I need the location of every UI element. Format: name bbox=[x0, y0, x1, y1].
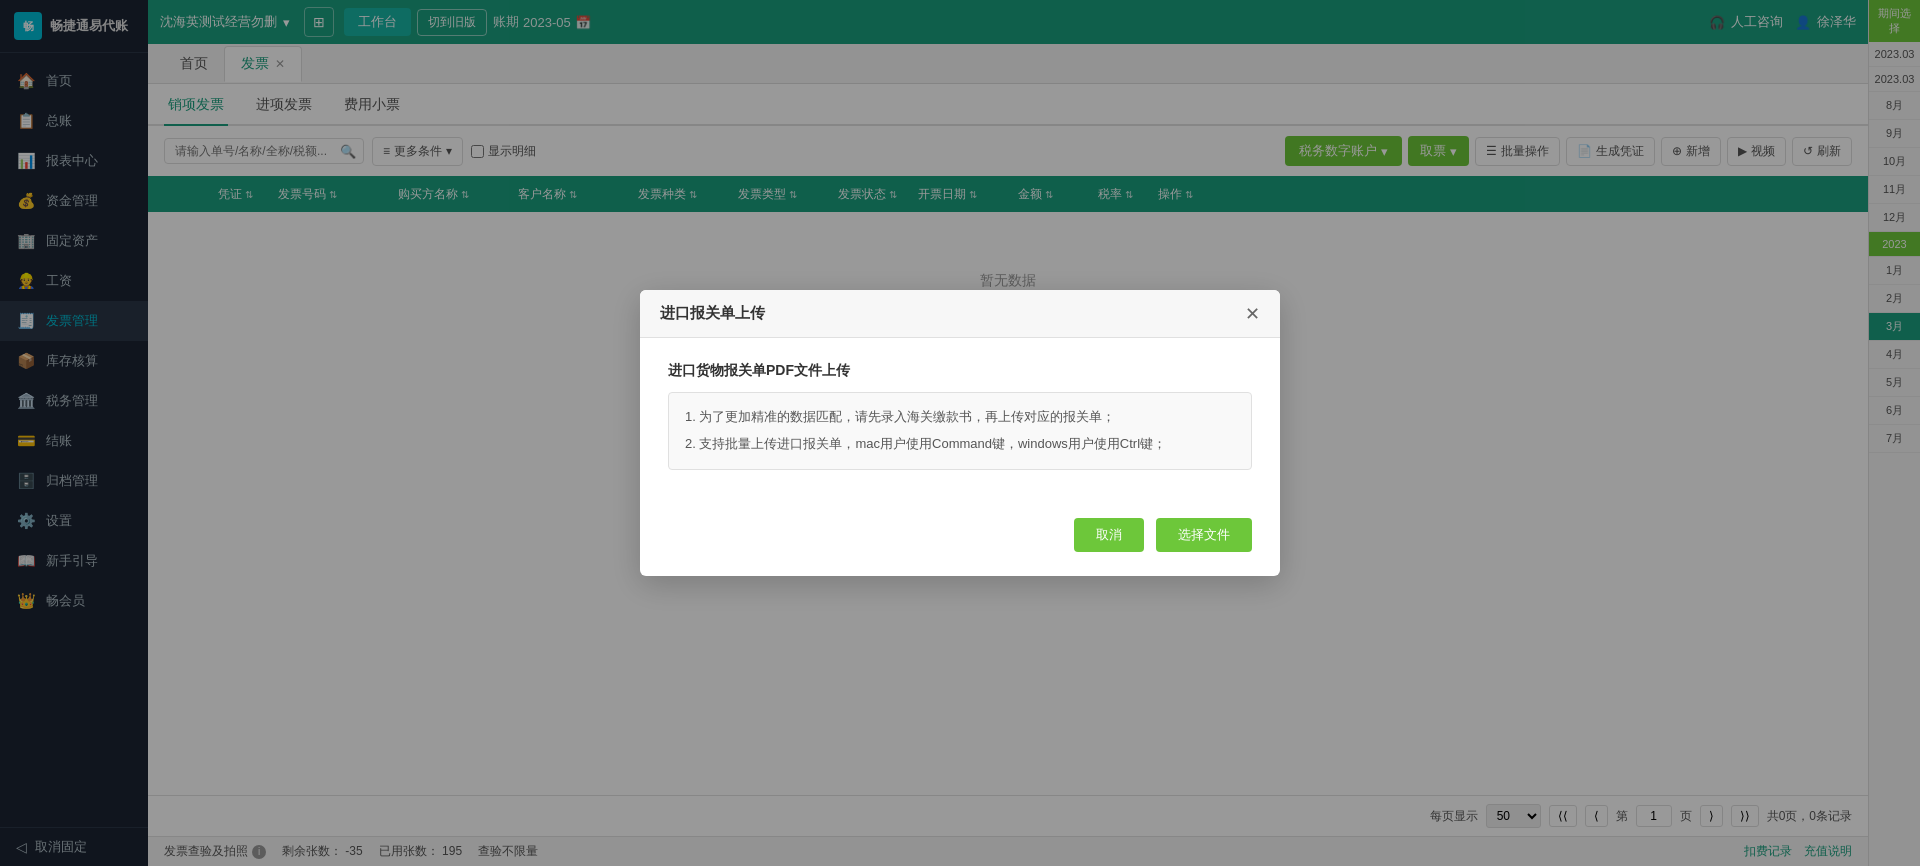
modal-title: 进口报关单上传 bbox=[660, 304, 765, 323]
modal-body: 进口货物报关单PDF文件上传 1. 为了更加精准的数据匹配，请先录入海关缴款书，… bbox=[640, 338, 1280, 518]
upload-info-item: 2. 支持批量上传进口报关单，mac用户使用Command键，windows用户… bbox=[685, 434, 1235, 455]
import-modal: 进口报关单上传 ✕ 进口货物报关单PDF文件上传 1. 为了更加精准的数据匹配，… bbox=[640, 290, 1280, 576]
modal-cancel-btn[interactable]: 取消 bbox=[1074, 518, 1144, 552]
upload-info-box: 1. 为了更加精准的数据匹配，请先录入海关缴款书，再上传对应的报关单； 2. 支持… bbox=[668, 392, 1252, 470]
upload-title: 进口货物报关单PDF文件上传 bbox=[668, 362, 1252, 380]
modal-close-btn[interactable]: ✕ bbox=[1245, 305, 1260, 323]
modal-header: 进口报关单上传 ✕ bbox=[640, 290, 1280, 338]
modal-overlay: 进口报关单上传 ✕ 进口货物报关单PDF文件上传 1. 为了更加精准的数据匹配，… bbox=[0, 0, 1920, 866]
modal-footer: 取消 选择文件 bbox=[640, 518, 1280, 576]
upload-info-item: 1. 为了更加精准的数据匹配，请先录入海关缴款书，再上传对应的报关单； bbox=[685, 407, 1235, 428]
modal-select-file-btn[interactable]: 选择文件 bbox=[1156, 518, 1252, 552]
